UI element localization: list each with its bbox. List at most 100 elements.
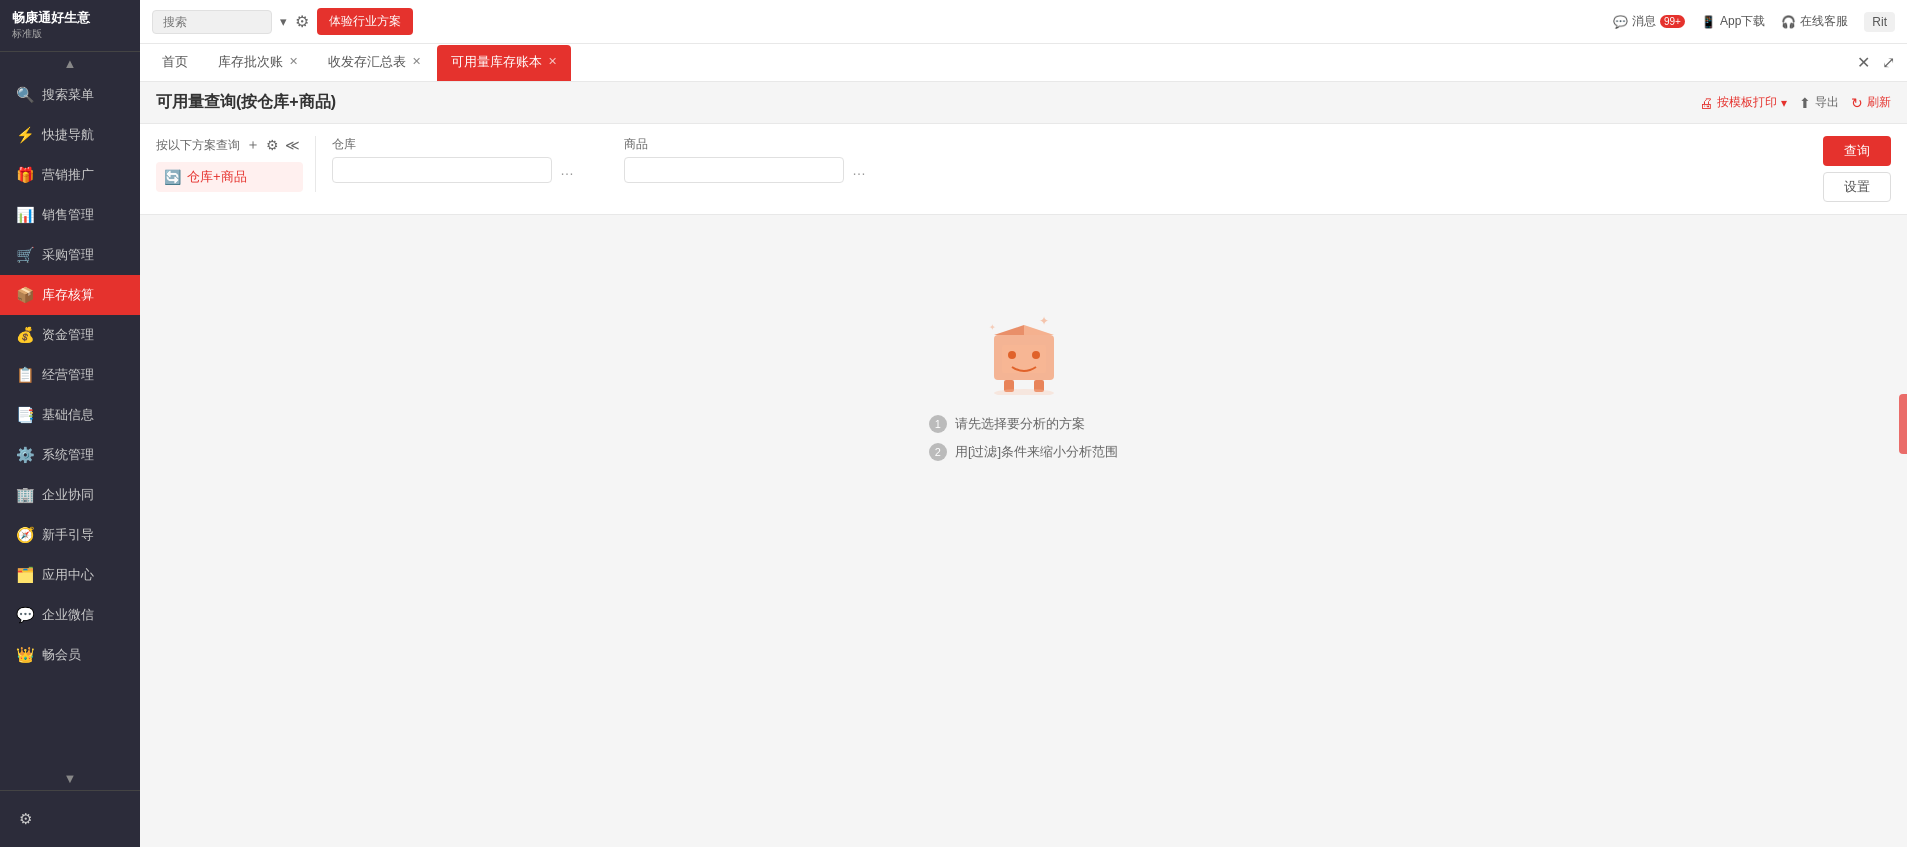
refresh-icon: ↻	[1851, 95, 1863, 111]
right-scroll-indicator	[1899, 394, 1907, 454]
main-area: ▾ ⚙ 体验行业方案 💬 消息 99+ 📱 App下载 🎧 在线客服 Rit	[140, 0, 1907, 847]
service-icon: 🎧	[1781, 15, 1796, 29]
scroll-down-btn[interactable]: ▼	[0, 767, 140, 790]
empty-tips: 1 请先选择要分析的方案 2 用[过滤]条件来缩小分析范围	[929, 415, 1118, 461]
scheme-collapse-btn[interactable]: ≪	[285, 137, 300, 153]
funds-icon: 💰	[16, 326, 34, 344]
warehouse-more-btn[interactable]: …	[556, 158, 578, 182]
app-download-icon: 📱	[1701, 15, 1716, 29]
print-label: 按模板打印	[1717, 94, 1777, 111]
sidebar-item-member[interactable]: 👑 畅会员	[0, 635, 140, 675]
scheme-item-warehouse-goods[interactable]: 🔄 仓库+商品	[156, 162, 303, 192]
maximize-tab-btn[interactable]: ⤢	[1878, 49, 1899, 76]
svg-point-8	[994, 389, 1054, 395]
enterprise-icon: 🏢	[16, 486, 34, 504]
sidebar-item-label-sales: 销售管理	[42, 206, 94, 224]
sidebar-item-system[interactable]: ⚙️ 系统管理	[0, 435, 140, 475]
logo-title: 畅康通好生意	[12, 10, 128, 27]
sales-icon: 📊	[16, 206, 34, 224]
trial-btn[interactable]: 体验行业方案	[317, 8, 413, 35]
tip-text-1: 请先选择要分析的方案	[955, 415, 1085, 433]
message-btn[interactable]: 💬 消息 99+	[1613, 13, 1685, 30]
sidebar-item-sales[interactable]: 📊 销售管理	[0, 195, 140, 235]
tip-num-1: 1	[929, 415, 947, 433]
export-btn[interactable]: ⬆ 导出	[1799, 94, 1839, 111]
export-icon: ⬆	[1799, 95, 1811, 111]
sidebar-item-search[interactable]: 🔍 搜索菜单	[0, 75, 140, 115]
sidebar-item-label-enterprise: 企业协同	[42, 486, 94, 504]
close-tab-btn[interactable]: ✕	[1853, 49, 1874, 76]
tab-close-available[interactable]: ✕	[548, 55, 557, 68]
filter-scheme-header: 按以下方案查询 ＋ ⚙ ≪	[156, 136, 303, 154]
user-avatar[interactable]: Rit	[1864, 12, 1895, 32]
sidebar-item-purchase[interactable]: 🛒 采购管理	[0, 235, 140, 275]
filter-fields: 仓库 … 商品 …	[332, 136, 1807, 183]
query-btn[interactable]: 查询	[1823, 136, 1891, 166]
sidebar-item-label-purchase: 采购管理	[42, 246, 94, 264]
print-icon: 🖨	[1699, 95, 1713, 111]
svg-marker-1	[994, 325, 1024, 335]
scheme-settings-btn[interactable]: ⚙	[266, 137, 279, 153]
sidebar-item-enterprise[interactable]: 🏢 企业协同	[0, 475, 140, 515]
topbar-search-input[interactable]	[152, 10, 272, 34]
page-header: 可用量查询(按仓库+商品) 🖨 按模板打印 ▾ ⬆ 导出 ↻ 刷新	[140, 82, 1907, 124]
tab-summary[interactable]: 收发存汇总表 ✕	[314, 45, 435, 81]
app-download-btn[interactable]: 📱 App下载	[1701, 13, 1765, 30]
sidebar-item-shortcut[interactable]: ⚡ 快捷导航	[0, 115, 140, 155]
settings-icon: ⚙	[16, 810, 34, 828]
filter-field-goods: 商品 …	[624, 136, 904, 183]
search-icon: 🔍	[16, 86, 34, 104]
page-content: 可用量查询(按仓库+商品) 🖨 按模板打印 ▾ ⬆ 导出 ↻ 刷新	[140, 82, 1907, 847]
svg-rect-3	[1002, 345, 1046, 373]
sidebar-item-basic[interactable]: 📑 基础信息	[0, 395, 140, 435]
refresh-label: 刷新	[1867, 94, 1891, 111]
sidebar-item-label-inventory: 库存核算	[42, 286, 94, 304]
sidebar-item-guide[interactable]: 🧭 新手引导	[0, 515, 140, 555]
marketing-icon: 🎁	[16, 166, 34, 184]
member-icon: 👑	[16, 646, 34, 664]
print-btn[interactable]: 🖨 按模板打印 ▾	[1699, 94, 1787, 111]
sidebar-item-wechat[interactable]: 💬 企业微信	[0, 595, 140, 635]
empty-state: ✦ ✦ 1 请先选择要分析的方案 2 用[过滤]条件来缩小分析范围	[140, 215, 1907, 541]
sidebar-item-label-appstore: 应用中心	[42, 566, 94, 584]
sidebar-item-funds[interactable]: 💰 资金管理	[0, 315, 140, 355]
tip-num-2: 2	[929, 443, 947, 461]
purchase-icon: 🛒	[16, 246, 34, 264]
svg-point-5	[1032, 351, 1040, 359]
sidebar-item-settings[interactable]: ⚙	[0, 799, 140, 839]
warehouse-input[interactable]	[332, 157, 552, 183]
goods-more-btn[interactable]: …	[848, 158, 870, 182]
tab-close-summary[interactable]: ✕	[412, 55, 421, 68]
tab-available[interactable]: 可用量库存账本 ✕	[437, 45, 571, 81]
inventory-icon: 📦	[16, 286, 34, 304]
tab-close-batch[interactable]: ✕	[289, 55, 298, 68]
sidebar-item-marketing[interactable]: 🎁 营销推广	[0, 155, 140, 195]
refresh-btn[interactable]: ↻ 刷新	[1851, 94, 1891, 111]
topbar-gear-btn[interactable]: ⚙	[295, 12, 309, 31]
message-badge: 99+	[1660, 15, 1685, 28]
basic-icon: 📑	[16, 406, 34, 424]
online-service-btn[interactable]: 🎧 在线客服	[1781, 13, 1848, 30]
page-title: 可用量查询(按仓库+商品)	[156, 92, 336, 113]
sidebar-item-inventory[interactable]: 📦 库存核算	[0, 275, 140, 315]
appstore-icon: 🗂️	[16, 566, 34, 584]
sidebar-item-operations[interactable]: 📋 经营管理	[0, 355, 140, 395]
tab-home[interactable]: 首页	[148, 45, 202, 81]
empty-illustration: ✦ ✦	[974, 295, 1074, 395]
filter-actions: 查询 设置	[1823, 136, 1891, 202]
tab-label-available: 可用量库存账本	[451, 53, 542, 71]
scheme-icon: 🔄	[164, 169, 181, 185]
add-scheme-btn[interactable]: ＋	[246, 136, 260, 154]
system-icon: ⚙️	[16, 446, 34, 464]
topbar-dropdown-btn[interactable]: ▾	[280, 14, 287, 29]
scheme-label: 按以下方案查询	[156, 137, 240, 154]
filter-settings-btn[interactable]: 设置	[1823, 172, 1891, 202]
filter-area: 按以下方案查询 ＋ ⚙ ≪ 🔄 仓库+商品 仓库 …	[140, 124, 1907, 215]
tab-batch[interactable]: 库存批次账✕	[204, 45, 312, 81]
sidebar-item-appstore[interactable]: 🗂️ 应用中心	[0, 555, 140, 595]
topbar-right: 💬 消息 99+ 📱 App下载 🎧 在线客服 Rit	[1613, 12, 1895, 32]
tab-label-summary: 收发存汇总表	[328, 53, 406, 71]
goods-input[interactable]	[624, 157, 844, 183]
scroll-up-btn[interactable]: ▲	[0, 52, 140, 75]
tab-label-home: 首页	[162, 53, 188, 71]
